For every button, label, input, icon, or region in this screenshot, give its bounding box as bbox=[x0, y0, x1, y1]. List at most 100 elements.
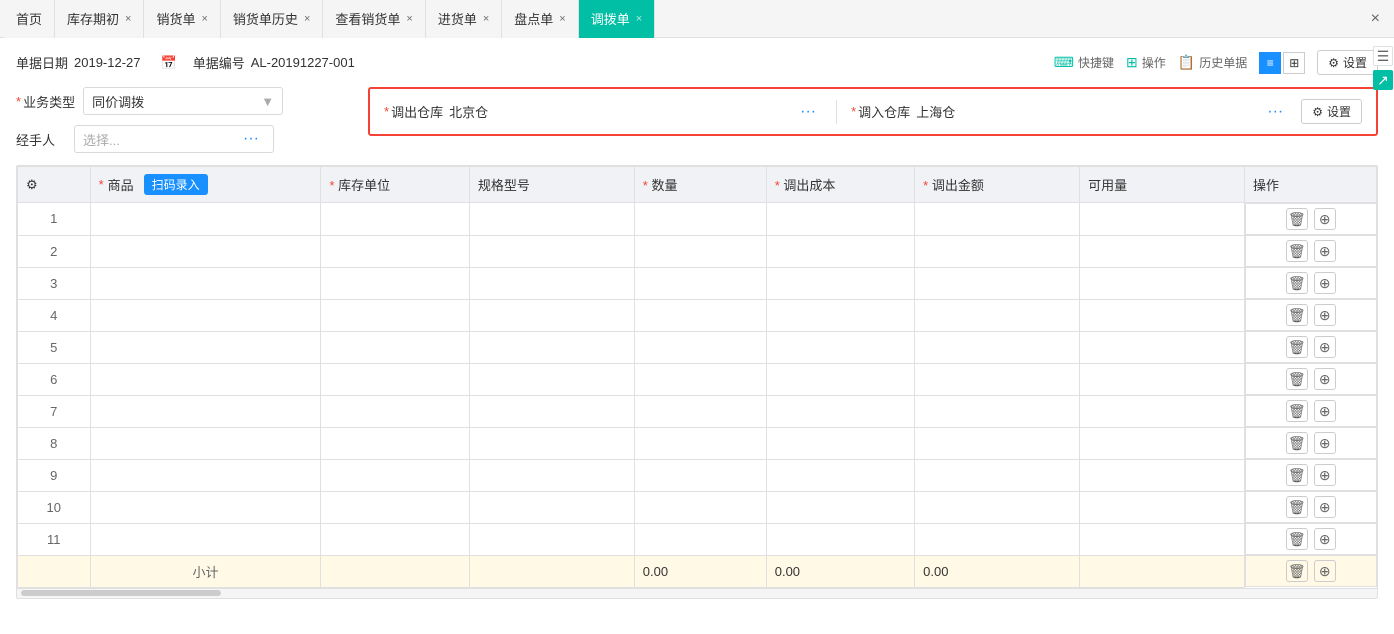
row-11-unit[interactable] bbox=[321, 523, 469, 555]
row-2-available[interactable] bbox=[1080, 235, 1245, 267]
row-11-cost[interactable] bbox=[766, 523, 914, 555]
tab-inventory-check[interactable]: 盘点单 × bbox=[502, 0, 578, 38]
window-close-button[interactable]: × bbox=[1361, 0, 1390, 38]
row-8-amount[interactable] bbox=[915, 427, 1080, 459]
row-10-spec[interactable] bbox=[469, 491, 634, 523]
tab-view-sales[interactable]: 查看销货单 × bbox=[323, 0, 425, 38]
row-8-copy-button[interactable]: ⊕ bbox=[1314, 432, 1336, 454]
form-settings-button[interactable]: ⚙ 设置 bbox=[1301, 99, 1362, 124]
tab-inventory-init-close[interactable]: × bbox=[125, 13, 131, 25]
tab-purchase-order-close[interactable]: × bbox=[483, 13, 489, 25]
row-6-qty[interactable] bbox=[634, 363, 766, 395]
row-5-unit[interactable] bbox=[321, 331, 469, 363]
transfer-in-more-button[interactable]: ··· bbox=[1261, 103, 1289, 121]
row-9-available[interactable] bbox=[1080, 459, 1245, 491]
row-2-product[interactable] bbox=[90, 235, 321, 267]
row-9-copy-button[interactable]: ⊕ bbox=[1314, 464, 1336, 486]
row-3-cost[interactable] bbox=[766, 267, 914, 299]
row-2-spec[interactable] bbox=[469, 235, 634, 267]
row-4-copy-button[interactable]: ⊕ bbox=[1314, 304, 1336, 326]
tab-sales-order-close[interactable]: × bbox=[201, 13, 207, 25]
person-select[interactable]: 选择... ··· bbox=[74, 125, 274, 153]
row-10-copy-button[interactable]: ⊕ bbox=[1314, 496, 1336, 518]
row-7-product[interactable] bbox=[90, 395, 321, 427]
row-11-spec[interactable] bbox=[469, 523, 634, 555]
row-11-available[interactable] bbox=[1080, 523, 1245, 555]
grid-view-button[interactable]: ⊞ bbox=[1283, 52, 1305, 74]
row-5-delete-button[interactable]: 🗑 bbox=[1286, 336, 1308, 358]
settings-button[interactable]: ⚙ 设置 bbox=[1317, 50, 1378, 75]
scan-input-button[interactable]: 扫码录入 bbox=[144, 174, 208, 195]
row-10-unit[interactable] bbox=[321, 491, 469, 523]
row-10-cost[interactable] bbox=[766, 491, 914, 523]
business-type-select[interactable]: 同价调拨 ▼ bbox=[83, 87, 283, 115]
row-9-delete-button[interactable]: 🗑 bbox=[1286, 464, 1308, 486]
row-9-cost[interactable] bbox=[766, 459, 914, 491]
row-1-product[interactable] bbox=[90, 203, 321, 236]
row-6-amount[interactable] bbox=[915, 363, 1080, 395]
row-5-amount[interactable] bbox=[915, 331, 1080, 363]
row-7-cost[interactable] bbox=[766, 395, 914, 427]
row-3-product[interactable] bbox=[90, 267, 321, 299]
row-8-product[interactable] bbox=[90, 427, 321, 459]
sidebar-list-icon[interactable]: ☰ bbox=[1373, 46, 1393, 66]
row-2-unit[interactable] bbox=[321, 235, 469, 267]
row-8-spec[interactable] bbox=[469, 427, 634, 459]
row-7-available[interactable] bbox=[1080, 395, 1245, 427]
row-7-delete-button[interactable]: 🗑 bbox=[1286, 400, 1308, 422]
row-3-qty[interactable] bbox=[634, 267, 766, 299]
row-4-spec[interactable] bbox=[469, 299, 634, 331]
row-3-delete-button[interactable]: 🗑 bbox=[1286, 272, 1308, 294]
row-9-amount[interactable] bbox=[915, 459, 1080, 491]
row-9-qty[interactable] bbox=[634, 459, 766, 491]
row-8-delete-button[interactable]: 🗑 bbox=[1286, 432, 1308, 454]
row-11-qty[interactable] bbox=[634, 523, 766, 555]
row-1-cost[interactable] bbox=[766, 203, 914, 236]
row-10-available[interactable] bbox=[1080, 491, 1245, 523]
row-10-amount[interactable] bbox=[915, 491, 1080, 523]
list-view-button[interactable]: ≡ bbox=[1259, 52, 1281, 74]
row-2-cost[interactable] bbox=[766, 235, 914, 267]
row-7-copy-button[interactable]: ⊕ bbox=[1314, 400, 1336, 422]
transfer-out-more-button[interactable]: ··· bbox=[794, 103, 822, 121]
row-9-product[interactable] bbox=[90, 459, 321, 491]
row-5-spec[interactable] bbox=[469, 331, 634, 363]
row-1-spec[interactable] bbox=[469, 203, 634, 236]
row-3-unit[interactable] bbox=[321, 267, 469, 299]
row-6-product[interactable] bbox=[90, 363, 321, 395]
row-6-available[interactable] bbox=[1080, 363, 1245, 395]
row-3-copy-button[interactable]: ⊕ bbox=[1314, 272, 1336, 294]
row-10-qty[interactable] bbox=[634, 491, 766, 523]
row-1-copy-button[interactable]: ⊕ bbox=[1314, 208, 1336, 230]
subtotal-copy-button[interactable]: ⊕ bbox=[1314, 560, 1336, 582]
operations-button[interactable]: ⊞ 操作 bbox=[1126, 54, 1166, 71]
tab-sales-history[interactable]: 销货单历史 × bbox=[221, 0, 323, 38]
row-9-unit[interactable] bbox=[321, 459, 469, 491]
row-1-qty[interactable] bbox=[634, 203, 766, 236]
row-11-copy-button[interactable]: ⊕ bbox=[1314, 528, 1336, 550]
row-3-spec[interactable] bbox=[469, 267, 634, 299]
row-7-amount[interactable] bbox=[915, 395, 1080, 427]
row-4-amount[interactable] bbox=[915, 299, 1080, 331]
row-2-delete-button[interactable]: 🗑 bbox=[1286, 240, 1308, 262]
row-1-unit[interactable] bbox=[321, 203, 469, 236]
row-7-spec[interactable] bbox=[469, 395, 634, 427]
row-11-amount[interactable] bbox=[915, 523, 1080, 555]
row-2-copy-button[interactable]: ⊕ bbox=[1314, 240, 1336, 262]
calendar-icon[interactable]: 📅 bbox=[161, 55, 177, 71]
row-2-amount[interactable] bbox=[915, 235, 1080, 267]
shortcuts-button[interactable]: ⌨ 快捷键 bbox=[1054, 54, 1114, 71]
person-more-button[interactable]: ··· bbox=[237, 130, 265, 148]
row-8-qty[interactable] bbox=[634, 427, 766, 459]
tab-inventory-check-close[interactable]: × bbox=[559, 13, 565, 25]
row-1-available[interactable] bbox=[1080, 203, 1245, 236]
row-5-qty[interactable] bbox=[634, 331, 766, 363]
row-8-unit[interactable] bbox=[321, 427, 469, 459]
horizontal-scrollbar[interactable] bbox=[17, 588, 1377, 598]
row-4-cost[interactable] bbox=[766, 299, 914, 331]
sidebar-export-icon[interactable]: ↗ bbox=[1373, 70, 1393, 90]
row-6-unit[interactable] bbox=[321, 363, 469, 395]
tab-purchase-order[interactable]: 进货单 × bbox=[426, 0, 502, 38]
tab-transfer-order[interactable]: 调拨单 × bbox=[579, 0, 655, 38]
row-5-copy-button[interactable]: ⊕ bbox=[1314, 336, 1336, 358]
